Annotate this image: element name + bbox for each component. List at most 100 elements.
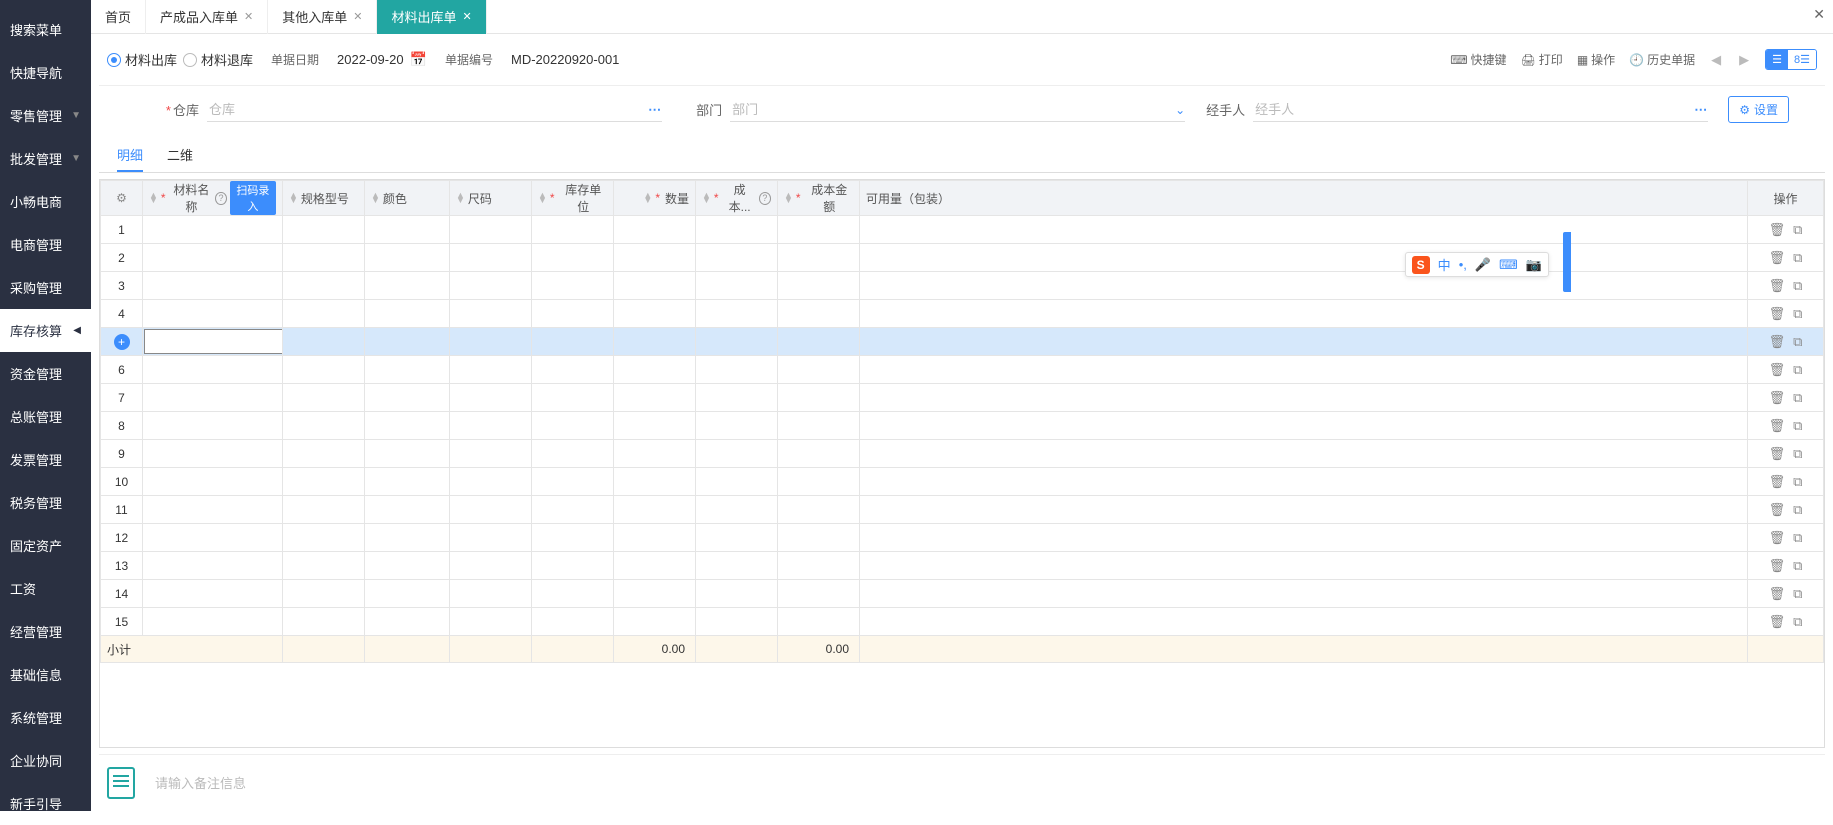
sidebar-item[interactable]: 搜索菜单: [0, 8, 91, 51]
ime-ocr-icon[interactable]: 📷: [1526, 257, 1542, 273]
delete-icon[interactable]: 🗑: [1769, 502, 1786, 518]
print-button[interactable]: 🖨打印: [1521, 51, 1563, 68]
settings-button[interactable]: ⚙设置: [1728, 96, 1789, 123]
copy-icon[interactable]: ⧉: [1793, 362, 1802, 378]
sidebar-item[interactable]: 经营管理: [0, 610, 91, 653]
sidebar-item[interactable]: 税务管理: [0, 481, 91, 524]
delete-icon[interactable]: 🗑: [1769, 390, 1786, 406]
copy-icon[interactable]: ⧉: [1793, 222, 1802, 238]
delete-icon[interactable]: 🗑: [1769, 614, 1786, 630]
delete-icon[interactable]: 🗑: [1769, 558, 1786, 574]
table-row[interactable]: 9🗑⧉: [101, 440, 1824, 468]
chevron-down-icon[interactable]: ⌄: [1175, 103, 1185, 117]
tab[interactable]: 其他入库单✕: [268, 0, 377, 34]
delete-icon[interactable]: 🗑: [1769, 586, 1786, 602]
sidebar-item[interactable]: 总账管理: [0, 395, 91, 438]
delete-icon[interactable]: 🗑: [1769, 418, 1786, 434]
subtab-two-d[interactable]: 二维: [167, 139, 193, 172]
tab[interactable]: 产成品入库单✕: [146, 0, 268, 34]
sidebar-item[interactable]: 系统管理: [0, 696, 91, 739]
copy-icon[interactable]: ⧉: [1793, 586, 1802, 602]
sidebar-item[interactable]: 零售管理▼: [0, 94, 91, 137]
subtab-detail[interactable]: 明细: [117, 139, 143, 172]
table-row[interactable]: 10🗑⧉: [101, 468, 1824, 496]
table-row[interactable]: 7🗑⧉: [101, 384, 1824, 412]
sort-icon[interactable]: ▲▼: [149, 193, 158, 203]
delete-icon[interactable]: 🗑: [1769, 474, 1786, 490]
tab[interactable]: 材料出库单✕: [377, 0, 486, 34]
copy-icon[interactable]: ⧉: [1793, 418, 1802, 434]
copy-icon[interactable]: ⧉: [1793, 474, 1802, 490]
table-row[interactable]: 6🗑⧉: [101, 356, 1824, 384]
sort-icon[interactable]: ▲▼: [784, 193, 793, 203]
close-icon[interactable]: ✕: [353, 10, 362, 23]
delete-icon[interactable]: 🗑: [1769, 362, 1786, 378]
table-row[interactable]: 12🗑⧉: [101, 524, 1824, 552]
copy-icon[interactable]: ⧉: [1793, 278, 1802, 294]
sidebar-item[interactable]: 库存核算◀: [0, 309, 91, 352]
close-icon[interactable]: ✕: [244, 10, 253, 23]
radio-material-out[interactable]: 材料出库: [107, 50, 177, 69]
copy-icon[interactable]: ⧉: [1793, 446, 1802, 462]
calendar-icon[interactable]: 📅: [410, 51, 427, 68]
table-row[interactable]: 14🗑⧉: [101, 580, 1824, 608]
sidebar-item[interactable]: 企业协同: [0, 739, 91, 782]
ime-side-tab[interactable]: [1563, 232, 1571, 292]
more-icon[interactable]: ⋯: [1694, 102, 1708, 118]
sidebar-item[interactable]: 工资: [0, 567, 91, 610]
delete-icon[interactable]: 🗑: [1769, 446, 1786, 462]
sort-icon[interactable]: ▲▼: [289, 193, 298, 203]
warehouse-input[interactable]: [207, 98, 662, 122]
add-row-icon[interactable]: +: [114, 334, 130, 350]
sort-icon[interactable]: ▲▼: [643, 193, 652, 203]
help-icon[interactable]: ?: [759, 192, 771, 205]
delete-icon[interactable]: 🗑: [1769, 222, 1786, 238]
remark-input[interactable]: [155, 776, 1817, 791]
more-icon[interactable]: ⋯: [648, 102, 662, 118]
help-icon[interactable]: ?: [215, 192, 227, 205]
tab[interactable]: 首页: [91, 0, 146, 34]
copy-icon[interactable]: ⧉: [1793, 250, 1802, 266]
handler-input[interactable]: [1253, 98, 1708, 122]
sidebar-item[interactable]: 资金管理: [0, 352, 91, 395]
sidebar-item[interactable]: 固定资产: [0, 524, 91, 567]
delete-icon[interactable]: 🗑: [1769, 278, 1786, 294]
table-row[interactable]: 13🗑⧉: [101, 552, 1824, 580]
sidebar-item[interactable]: 批发管理▼: [0, 137, 91, 180]
table-row[interactable]: 8🗑⧉: [101, 412, 1824, 440]
sidebar-item[interactable]: 小畅电商: [0, 180, 91, 223]
operate-button[interactable]: ▦操作: [1577, 51, 1615, 68]
close-all-icon[interactable]: ✕: [1813, 6, 1825, 23]
ime-keyboard-icon[interactable]: ⌨: [1499, 257, 1518, 273]
dept-input[interactable]: [730, 98, 1185, 122]
sidebar-item[interactable]: 基础信息: [0, 653, 91, 696]
table-row[interactable]: 15🗑⧉: [101, 608, 1824, 636]
sidebar-item[interactable]: 采购管理: [0, 266, 91, 309]
delete-icon[interactable]: 🗑: [1769, 530, 1786, 546]
next-doc-icon[interactable]: ▶: [1737, 52, 1751, 68]
delete-icon[interactable]: 🗑: [1769, 306, 1786, 322]
copy-icon[interactable]: ⧉: [1793, 334, 1802, 350]
sort-icon[interactable]: ▲▼: [456, 193, 465, 203]
sort-icon[interactable]: ▲▼: [538, 193, 547, 203]
copy-icon[interactable]: ⧉: [1793, 614, 1802, 630]
history-button[interactable]: 🕘历史单据: [1629, 51, 1695, 68]
copy-icon[interactable]: ⧉: [1793, 502, 1802, 518]
view-card-button[interactable]: 8☰: [1788, 50, 1816, 69]
radio-material-return[interactable]: 材料退库: [183, 50, 253, 69]
copy-icon[interactable]: ⧉: [1793, 558, 1802, 574]
copy-icon[interactable]: ⧉: [1793, 390, 1802, 406]
sort-icon[interactable]: ▲▼: [371, 193, 380, 203]
copy-icon[interactable]: ⧉: [1793, 306, 1802, 322]
sidebar-item[interactable]: 新手引导: [0, 782, 91, 825]
ime-punct[interactable]: •,: [1459, 257, 1467, 272]
prev-doc-icon[interactable]: ◀: [1709, 52, 1723, 68]
date-picker[interactable]: 2022-09-20 📅: [337, 51, 427, 68]
delete-icon[interactable]: 🗑: [1769, 250, 1786, 266]
copy-icon[interactable]: ⧉: [1793, 530, 1802, 546]
ime-lang[interactable]: 中: [1438, 255, 1451, 274]
sidebar-item[interactable]: 发票管理: [0, 438, 91, 481]
ime-toolbar[interactable]: S 中 •, 🎤 ⌨ 📷: [1405, 252, 1549, 277]
table-row[interactable]: 4🗑⧉: [101, 300, 1824, 328]
sidebar-item[interactable]: 电商管理: [0, 223, 91, 266]
